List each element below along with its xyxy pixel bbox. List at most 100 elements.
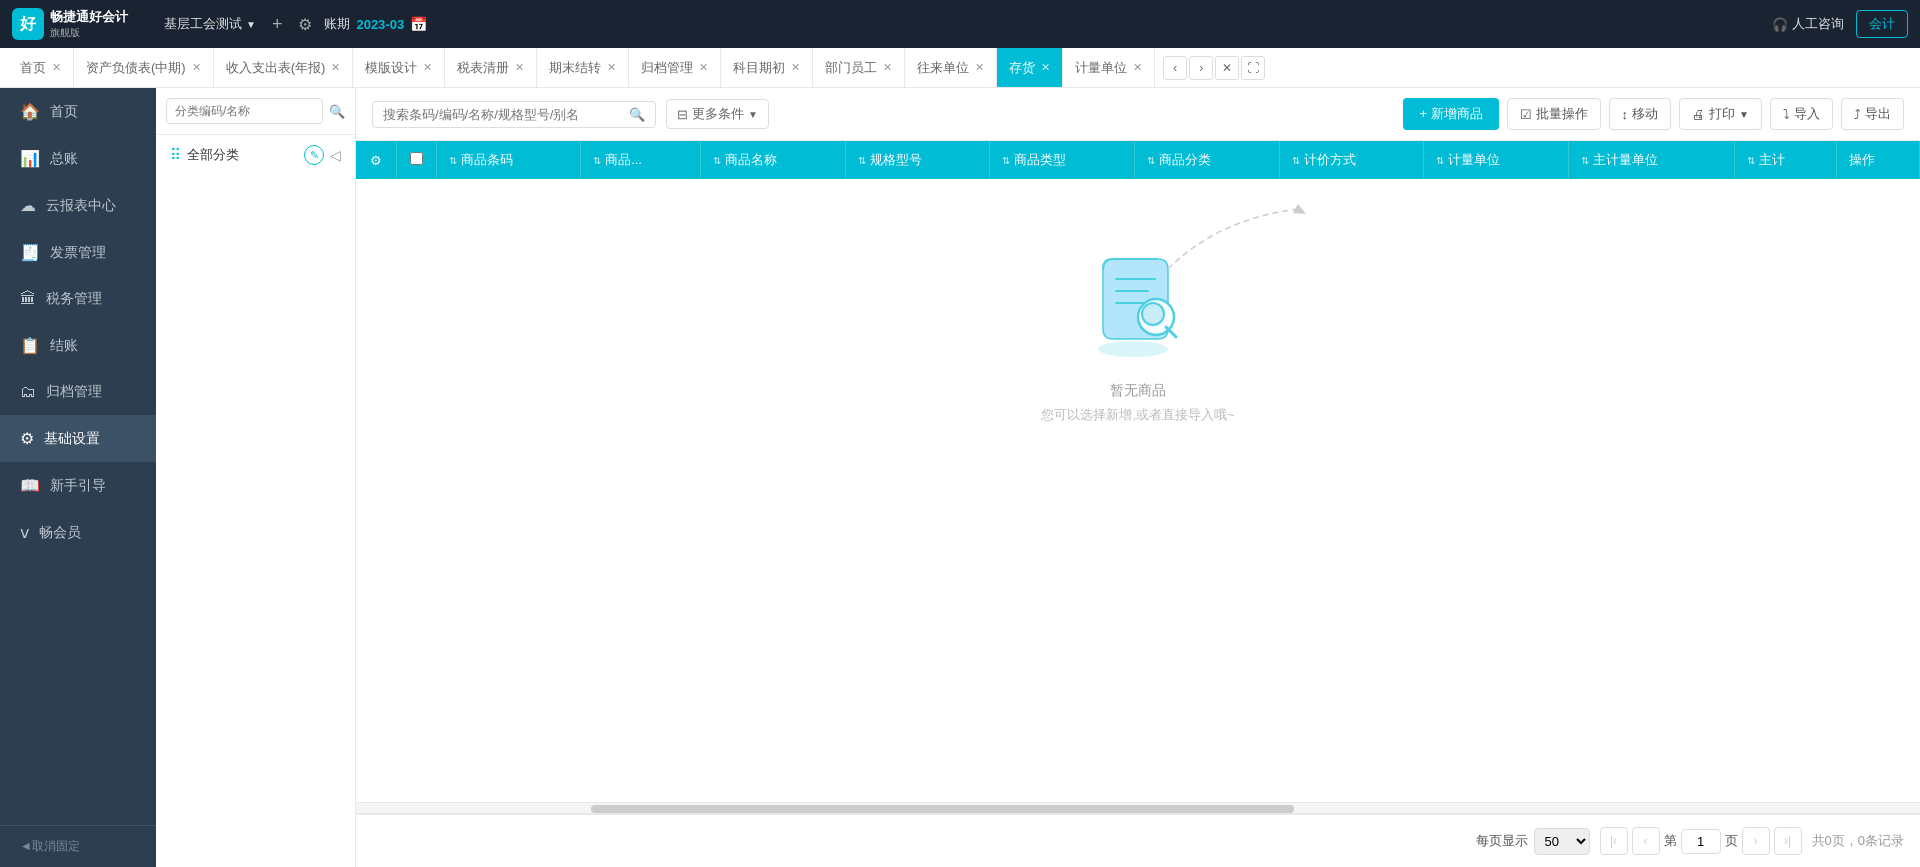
scrollbar-thumb[interactable] — [591, 805, 1295, 813]
sort-icon-main-unit[interactable]: ⇅ — [1581, 155, 1589, 166]
per-page-select: 每页显示 50 20 100 — [1476, 828, 1590, 855]
calendar-icon[interactable]: 📅 — [410, 16, 427, 32]
tab-tax[interactable]: 税表清册 ✕ — [445, 48, 537, 88]
th-name[interactable]: ⇅ 商品名称 — [701, 141, 846, 179]
tab-home[interactable]: 首页 ✕ — [8, 48, 74, 88]
th-settings[interactable]: ⚙ — [356, 141, 396, 179]
edit-category-icon[interactable]: ✎ — [304, 145, 324, 165]
next-page-btn[interactable]: › — [1742, 827, 1770, 855]
th-category[interactable]: ⇅ 商品分类 — [1135, 141, 1280, 179]
sort-icon-category[interactable]: ⇅ — [1147, 155, 1155, 166]
sidebar-item-settings[interactable]: ⚙ 基础设置 — [0, 415, 156, 462]
tab-period[interactable]: 期末结转 ✕ — [537, 48, 629, 88]
tab-close-income[interactable]: ✕ — [331, 61, 340, 74]
sidebar-item-member[interactable]: ⅴ 畅会员 — [0, 509, 156, 556]
th-code[interactable]: ⇅ 商品... — [581, 141, 701, 179]
consult-btn[interactable]: 🎧 人工咨询 — [1772, 15, 1844, 33]
tab-balance[interactable]: 资产负债表(中期) ✕ — [74, 48, 214, 88]
chevron-down-icon: ▼ — [748, 109, 758, 120]
sort-icon-type[interactable]: ⇅ — [1002, 155, 1010, 166]
per-page-dropdown[interactable]: 50 20 100 — [1534, 828, 1590, 855]
th-spec[interactable]: ⇅ 规格型号 — [845, 141, 990, 179]
settings-icon[interactable]: ⚙ — [298, 15, 312, 34]
tab-expand-btn[interactable]: ⛶ — [1241, 56, 1265, 80]
th-main-unit[interactable]: ⇅ 主计量单位 — [1568, 141, 1734, 179]
sidebar-collapse-btn[interactable]: ◄取消固定 — [0, 825, 156, 867]
sidebar: 🏠 首页 📊 总账 ☁ 云报表中心 🧾 发票管理 🏛 税务管理 📋 结账 🗂 归… — [0, 88, 156, 867]
tab-close-balance[interactable]: ✕ — [192, 61, 201, 74]
sidebar-item-tax[interactable]: 🏛 税务管理 — [0, 276, 156, 322]
search-input[interactable] — [383, 107, 623, 122]
sidebar-item-archive[interactable]: 🗂 归档管理 — [0, 369, 156, 415]
sort-icon-code[interactable]: ⇅ — [593, 155, 601, 166]
left-panel: 🔍 ⠿ 全部分类 ✎ ◁ — [156, 88, 356, 867]
sidebar-item-ledger[interactable]: 📊 总账 — [0, 135, 156, 182]
sidebar-item-invoice[interactable]: 🧾 发票管理 — [0, 229, 156, 276]
sidebar-item-home[interactable]: 🏠 首页 — [0, 88, 156, 135]
guide-icon: 📖 — [20, 476, 40, 495]
add-product-btn[interactable]: + 新增商品 — [1403, 98, 1498, 130]
tab-close-tax[interactable]: ✕ — [515, 61, 524, 74]
tab-subject[interactable]: 科目期初 ✕ — [721, 48, 813, 88]
sort-icon-barcode[interactable]: ⇅ — [449, 155, 457, 166]
scrollbar-area[interactable] — [356, 802, 1920, 814]
company-selector[interactable]: 基层工会测试 ▼ — [164, 15, 256, 33]
page-input[interactable] — [1681, 829, 1721, 854]
tab-close-archive[interactable]: ✕ — [699, 61, 708, 74]
tab-close-subject[interactable]: ✕ — [791, 61, 800, 74]
category-all[interactable]: ⠿ 全部分类 ✎ ◁ — [156, 135, 355, 175]
sort-icon-unit[interactable]: ⇅ — [1436, 155, 1444, 166]
sort-icon-name[interactable]: ⇅ — [713, 155, 721, 166]
sidebar-item-guide[interactable]: 📖 新手引导 — [0, 462, 156, 509]
prev-page-btn[interactable]: ‹ — [1632, 827, 1660, 855]
tab-close-inventory[interactable]: ✕ — [1041, 61, 1050, 74]
last-page-btn[interactable]: ›| — [1774, 827, 1802, 855]
add-tab-btn[interactable]: + — [268, 14, 287, 35]
first-page-btn[interactable]: |‹ — [1600, 827, 1628, 855]
collapse-panel-icon[interactable]: ◁ — [330, 147, 341, 163]
account-period: 账期 2023-03 📅 — [324, 15, 427, 33]
move-btn[interactable]: ↕ 移动 — [1609, 98, 1672, 130]
tab-close-unit[interactable]: ✕ — [1133, 61, 1142, 74]
th-checkbox[interactable] — [396, 141, 436, 179]
sort-icon-main-count[interactable]: ⇅ — [1747, 155, 1755, 166]
tab-close-period[interactable]: ✕ — [607, 61, 616, 74]
import-btn[interactable]: ⤵ 导入 — [1770, 98, 1833, 130]
select-all-checkbox[interactable] — [410, 152, 423, 165]
tab-inventory[interactable]: 存货 ✕ — [997, 48, 1063, 88]
tab-close-home[interactable]: ✕ — [52, 61, 61, 74]
th-pricing[interactable]: ⇅ 计价方式 — [1279, 141, 1424, 179]
category-search-input[interactable] — [166, 98, 323, 124]
print-btn[interactable]: 🖨 打印 ▼ — [1679, 98, 1762, 130]
th-barcode[interactable]: ⇅ 商品条码 — [436, 141, 581, 179]
sort-icon-spec[interactable]: ⇅ — [858, 155, 866, 166]
tab-prev-btn[interactable]: ‹ — [1163, 56, 1187, 80]
tab-next-btn[interactable]: › — [1189, 56, 1213, 80]
dashed-arrow — [1158, 199, 1318, 279]
tab-close-btn[interactable]: ✕ — [1215, 56, 1239, 80]
category-search-icon[interactable]: 🔍 — [329, 104, 345, 119]
column-settings-icon[interactable]: ⚙ — [370, 153, 382, 168]
search-icon[interactable]: 🔍 — [629, 107, 645, 122]
tab-dept[interactable]: 部门员工 ✕ — [813, 48, 905, 88]
sort-icon-pricing[interactable]: ⇅ — [1292, 155, 1300, 166]
th-type[interactable]: ⇅ 商品类型 — [990, 141, 1135, 179]
export-btn[interactable]: ⤴ 导出 — [1841, 98, 1904, 130]
tab-template[interactable]: 模版设计 ✕ — [353, 48, 445, 88]
tab-unit[interactable]: 计量单位 ✕ — [1063, 48, 1155, 88]
tab-close-template[interactable]: ✕ — [423, 61, 432, 74]
tab-income[interactable]: 收入支出表(年报) ✕ — [214, 48, 354, 88]
th-unit[interactable]: ⇅ 计量单位 — [1424, 141, 1569, 179]
th-main-count[interactable]: ⇅ 主计 — [1734, 141, 1836, 179]
more-filter-btn[interactable]: ⊟ 更多条件 ▼ — [666, 99, 769, 129]
tab-partner[interactable]: 往来单位 ✕ — [905, 48, 997, 88]
sidebar-item-cloud[interactable]: ☁ 云报表中心 — [0, 182, 156, 229]
account-button[interactable]: 会计 — [1856, 10, 1908, 38]
sidebar-item-close[interactable]: 📋 结账 — [0, 322, 156, 369]
batch-btn[interactable]: ☑ 批量操作 — [1507, 98, 1601, 130]
tab-close-partner[interactable]: ✕ — [975, 61, 984, 74]
tab-close-dept[interactable]: ✕ — [883, 61, 892, 74]
tab-archive[interactable]: 归档管理 ✕ — [629, 48, 721, 88]
logo-icon: 好 — [12, 8, 44, 40]
grid-icon: ⠿ — [170, 146, 181, 164]
